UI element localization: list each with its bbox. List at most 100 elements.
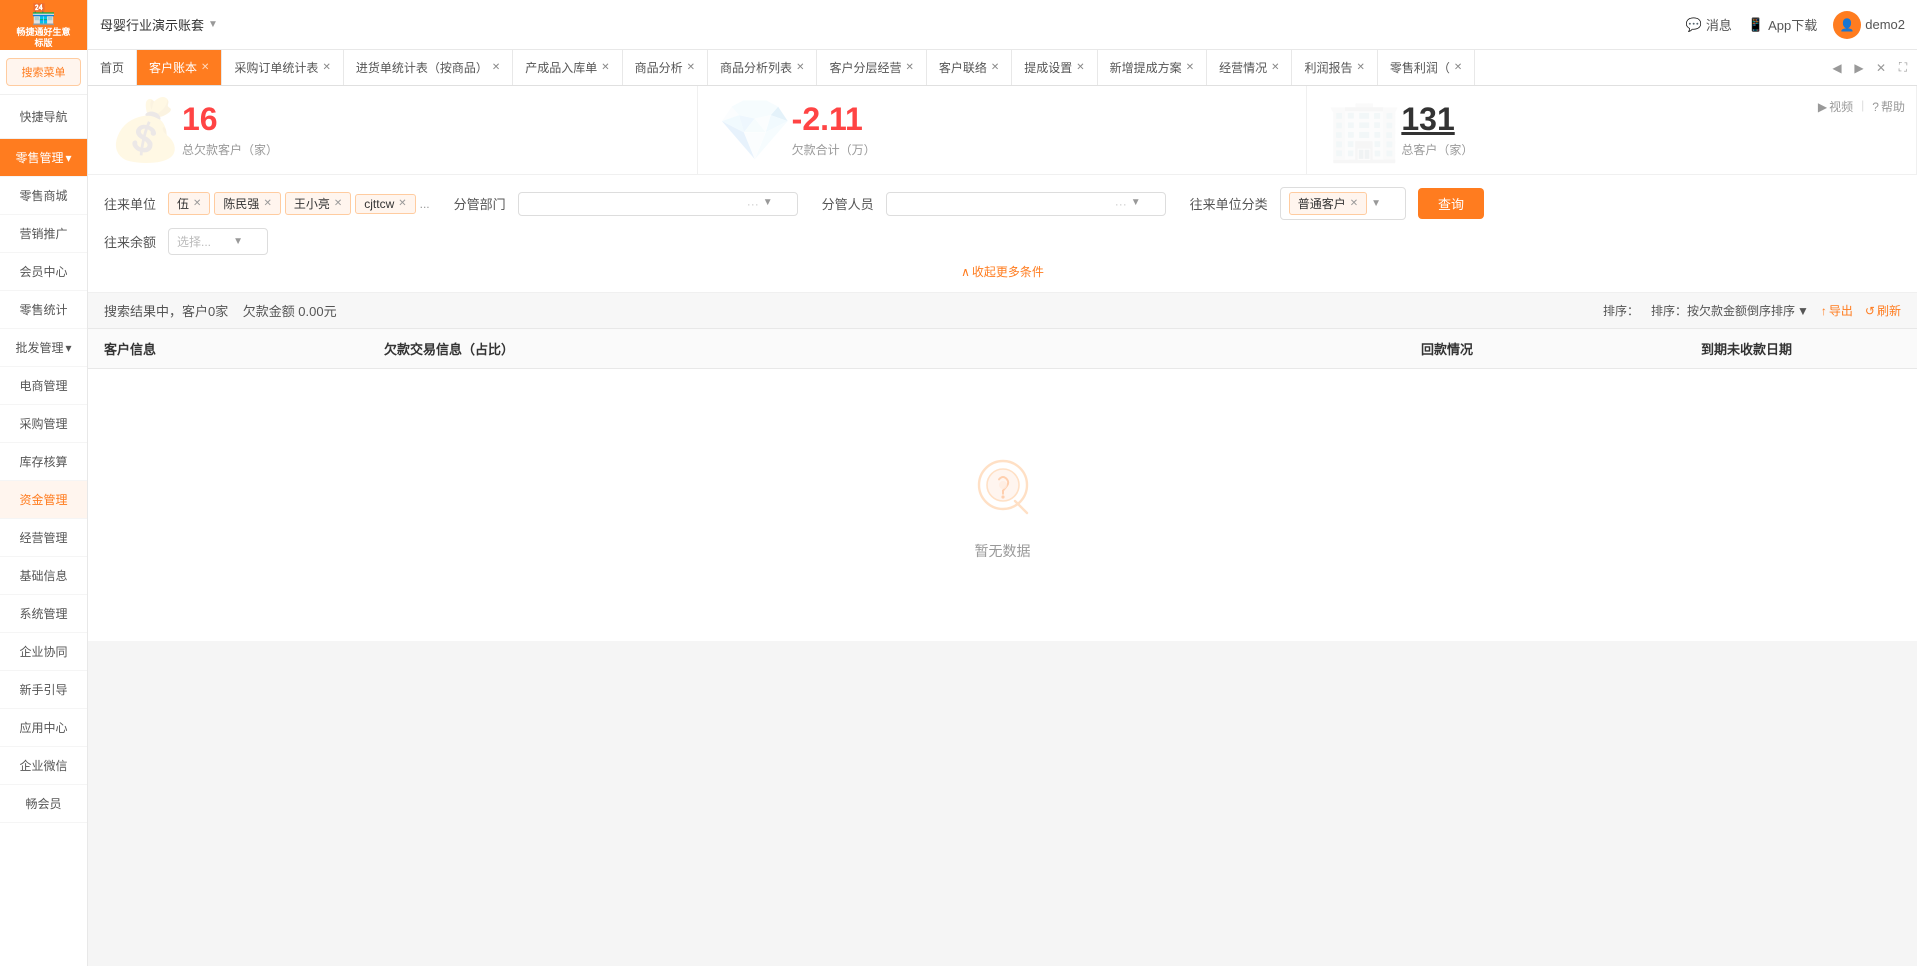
tab-business-status[interactable]: 经营情况 ✕ [1207,50,1292,86]
tab-home[interactable]: 首页 [88,50,137,86]
sidebar-quick-nav-section: 快捷导航 [0,95,87,139]
tab-close-icon[interactable]: ✕ [991,62,999,73]
tab-close-icon[interactable]: ✕ [687,62,695,73]
unit-tag-cjttcw-close[interactable]: ✕ [398,198,406,209]
results-info: 搜索结果中，客户0家 欠款金额 0.00元 [104,301,337,320]
tab-next-button[interactable]: ▶ [1849,58,1869,78]
top-header-left: 母婴行业演示账套 ▼ [100,15,218,34]
search-menu-button[interactable]: 搜索菜单 [6,58,81,86]
sidebar-item-retail-stats[interactable]: 零售统计 [0,291,87,329]
unit-tags-more[interactable]: ... [420,197,430,211]
unit-tag-wu: 伍 ✕ [168,192,210,215]
stat-actions: ▶ 视频 | ? 帮助 [1818,98,1905,115]
tab-proposal-settings[interactable]: 提成设置 ✕ [1012,50,1097,86]
unit-tag-wang: 王小亮 ✕ [285,192,351,215]
tab-close-all-button[interactable]: ✕ [1871,58,1891,78]
unit-tag-wu-close[interactable]: ✕ [193,198,201,209]
quick-nav-button[interactable]: 快捷导航 [6,103,81,130]
tab-maximize-button[interactable]: ⛶ [1893,58,1913,78]
tab-product-analysis[interactable]: 商品分析 ✕ [623,50,708,86]
tab-close-icon[interactable]: ✕ [322,62,330,73]
sidebar-item-operations-mgmt[interactable]: 经营管理 [0,519,87,557]
filter-area: 往来单位 伍 ✕ 陈民强 ✕ 王小亮 ✕ [88,175,1917,293]
stat-debt-value: -2.11 [792,102,876,137]
sidebar: 🏪 畅捷通好生意标版 搜索菜单 快捷导航 零售管理 ▾ 零售商城 营销推广 会员… [0,0,88,966]
sidebar-item-enterprise-collab[interactable]: 企业协同 [0,633,87,671]
tab-product-analysis-list[interactable]: 商品分析列表 ✕ [708,50,817,86]
tab-customer-segment[interactable]: 客户分层经营 ✕ [817,50,926,86]
sidebar-item-app-center[interactable]: 应用中心 [0,709,87,747]
app-download-button[interactable]: 📱 App下载 [1748,15,1817,34]
store-selector[interactable]: 母婴行业演示账套 ▼ [100,15,218,34]
unit-filter-tags: 伍 ✕ 陈民强 ✕ 王小亮 ✕ cjttcw ✕ [168,192,430,215]
tab-product-instock[interactable]: 产成品入库单 ✕ [513,50,622,86]
export-button[interactable]: ↑ 导出 [1821,302,1853,319]
tab-customer-contact[interactable]: 客户联络 ✕ [927,50,1012,86]
logo-icon: 🏪 [31,2,56,27]
video-icon: ▶ [1818,100,1827,114]
table-col-customer-info: 客户信息 [104,339,384,358]
sidebar-item-retail-mall[interactable]: 零售商城 [0,177,87,215]
user-profile[interactable]: 👤 demo2 [1833,11,1905,39]
empty-state-text: 暂无数据 [975,541,1031,561]
tab-profit-report[interactable]: 利润报告 ✕ [1292,50,1377,86]
sidebar-item-ecommerce-mgmt[interactable]: 电商管理 [0,367,87,405]
tab-customer-account[interactable]: 客户账本 ✕ [137,50,222,86]
video-button[interactable]: ▶ 视频 [1818,98,1853,115]
stat-total-customers: 💰 16 总欠款客户（家） [88,86,698,174]
app-logo[interactable]: 🏪 畅捷通好生意标版 [0,0,87,50]
tab-close-icon[interactable]: ✕ [201,62,209,73]
balance-filter-arrow-icon: ▼ [233,236,243,247]
sidebar-item-wholesale-mgmt[interactable]: 批发管理 ▾ [0,329,87,367]
tab-prev-button[interactable]: ◀ [1827,58,1847,78]
app-download-label: App下载 [1768,15,1817,34]
help-button[interactable]: ? 帮助 [1872,98,1905,115]
balance-filter-select[interactable]: 选择... ▼ [168,228,268,255]
tab-close-icon[interactable]: ✕ [492,62,500,73]
tab-close-icon[interactable]: ✕ [1357,62,1365,73]
tab-close-icon[interactable]: ✕ [796,62,804,73]
tab-purchase-order-stats[interactable]: 采购订单统计表 ✕ [222,50,343,86]
tab-close-icon[interactable]: ✕ [905,62,913,73]
tab-nav-buttons: ◀ ▶ ✕ ⛶ [1823,58,1917,78]
query-button[interactable]: 查询 [1418,188,1484,219]
tab-close-icon[interactable]: ✕ [1186,62,1194,73]
sidebar-item-new-user-guide[interactable]: 新手引导 [0,671,87,709]
dept-filter-select[interactable]: ··· ▼ [518,192,798,216]
dept-filter-arrow-icon: ▼ [763,197,773,211]
unit-category-tag-close[interactable]: ✕ [1350,198,1358,209]
unit-tag-chen-close[interactable]: ✕ [263,198,271,209]
results-bar: 搜索结果中，客户0家 欠款金额 0.00元 排序： 排序：按欠款金额倒序排序 ▼… [88,293,1917,329]
tab-close-icon[interactable]: ✕ [1271,62,1279,73]
person-filter-select[interactable]: ··· ▼ [886,192,1166,216]
collapse-button[interactable]: ∧ 收起更多条件 [961,263,1044,280]
unit-category-filter-select[interactable]: 普通客户 ✕ ▼ [1280,187,1406,220]
stat-bg-icon-customers: 💰 [108,95,183,166]
unit-tag-wang-close[interactable]: ✕ [334,198,342,209]
tab-purchase-stats-by-product[interactable]: 进货单统计表（按商品） ✕ [344,50,513,86]
top-header: 母婴行业演示账套 ▼ 💬 消息 📱 App下载 👤 demo2 [88,0,1917,50]
refresh-button[interactable]: ↺ 刷新 [1865,302,1901,319]
sidebar-item-marketing[interactable]: 营销推广 [0,215,87,253]
sidebar-item-member-center[interactable]: 会员中心 [0,253,87,291]
tab-close-icon[interactable]: ✕ [601,62,609,73]
sidebar-item-enterprise-wechat[interactable]: 企业微信 [0,747,87,785]
message-button[interactable]: 💬 消息 [1686,15,1732,34]
tab-new-proposal[interactable]: 新增提成方案 ✕ [1098,50,1207,86]
sidebar-item-retail-mgmt[interactable]: 零售管理 ▾ [0,139,87,177]
user-avatar: 👤 [1833,11,1861,39]
sort-selector[interactable]: 排序：按欠款金额倒序排序 ▼ [1651,302,1809,319]
table-col-debt-info: 欠款交易信息（占比） [384,339,1421,358]
tab-close-icon[interactable]: ✕ [1454,62,1462,73]
tab-close-icon[interactable]: ✕ [1076,62,1084,73]
collapse-row: ∧ 收起更多条件 [104,263,1901,280]
tab-retail-profit[interactable]: 零售利润（ ✕ [1378,50,1475,86]
sidebar-item-purchase-mgmt[interactable]: 采购管理 [0,405,87,443]
sidebar-item-member[interactable]: 畅会员 [0,785,87,823]
sidebar-item-system-mgmt[interactable]: 系统管理 [0,595,87,633]
table-col-due-date: 到期未收款日期 [1701,339,1901,358]
sidebar-item-basic-info[interactable]: 基础信息 [0,557,87,595]
sidebar-item-inventory-check[interactable]: 库存核算 [0,443,87,481]
table-container: 客户信息 欠款交易信息（占比） 回款情况 到期未收款日期 暂无数 [88,329,1917,641]
sidebar-item-finance-mgmt[interactable]: 资金管理 [0,481,87,519]
